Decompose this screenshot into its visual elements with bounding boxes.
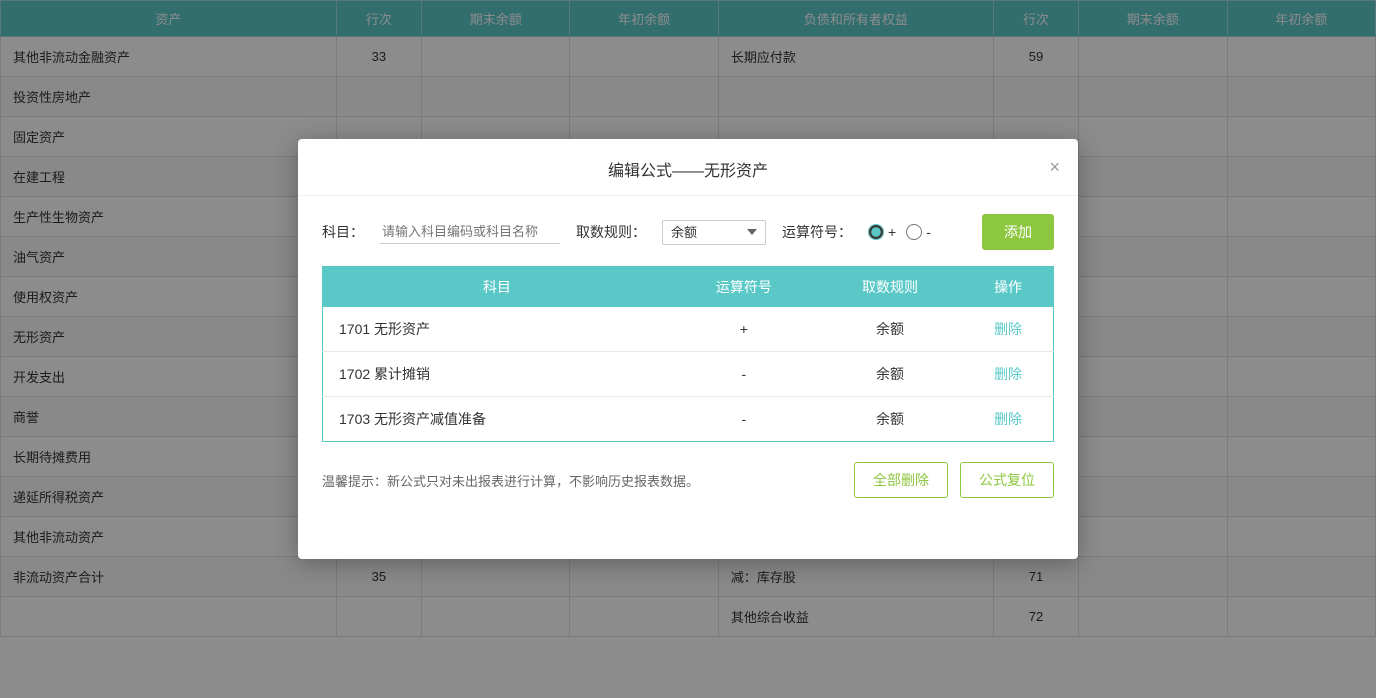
formula-operator-cell: - [671,397,817,442]
formula-rule-cell: 余额 [817,307,963,352]
formula-action-cell: 删除 [963,397,1053,442]
operator-label: 运算符号： [782,222,852,242]
delete-row-button[interactable]: 删除 [994,319,1022,339]
modal-header: 编辑公式——无形资产 × [298,139,1078,196]
delete-all-button[interactable]: 全部删除 [854,462,948,498]
subject-input[interactable] [380,220,560,244]
formula-table: 科目运算符号取数规则操作 1701 无形资产+余额删除1702 累计摊销-余额删… [322,266,1054,442]
operator-plus-label[interactable]: + [868,224,896,240]
operator-group: + - [868,224,931,240]
formula-form: 科目： 取数规则： 余额 借方 贷方 借方发生额 贷方发生额 运算符号： + [298,196,1078,266]
table-row: 1701 无形资产+余额 删除 [323,307,1054,352]
edit-formula-modal: 编辑公式——无形资产 × 科目： 取数规则： 余额 借方 贷方 借方发生额 贷方… [298,139,1078,559]
formula-operator-cell: - [671,352,817,397]
rule-label: 取数规则： [576,222,646,242]
reset-formula-button[interactable]: 公式复位 [960,462,1054,498]
footer-buttons: 全部删除 公式复位 [854,462,1054,498]
add-button[interactable]: 添加 [982,214,1054,250]
operator-minus-radio[interactable] [906,224,922,240]
formula-rule-cell: 余额 [817,397,963,442]
formula-rule-cell: 余额 [817,352,963,397]
operator-plus-text: + [888,224,896,240]
rule-select-wrap: 余额 借方 贷方 借方发生额 贷方发生额 [662,220,766,245]
formula-col-header: 科目 [323,267,671,308]
formula-action-cell: 删除 [963,307,1053,352]
delete-row-button[interactable]: 删除 [994,364,1022,384]
table-row: 1702 累计摊销-余额 删除 [323,352,1054,397]
formula-col-header: 运算符号 [671,267,817,308]
formula-subject-cell: 1701 无形资产 [323,307,671,352]
formula-table-wrap: 科目运算符号取数规则操作 1701 无形资产+余额删除1702 累计摊销-余额删… [298,266,1078,442]
operator-plus-radio[interactable] [868,224,884,240]
formula-subject-cell: 1702 累计摊销 [323,352,671,397]
subject-label: 科目： [322,222,364,242]
operator-minus-label[interactable]: - [906,224,931,240]
modal-footer: 温馨提示：新公式只对未出报表进行计算，不影响历史报表数据。 全部删除 公式复位 [298,442,1078,498]
close-button[interactable]: × [1049,158,1060,176]
formula-table-head: 科目运算符号取数规则操作 [323,267,1054,308]
formula-col-header: 取数规则 [817,267,963,308]
delete-row-button[interactable]: 删除 [994,409,1022,429]
hint-text: 温馨提示：新公式只对未出报表进行计算，不影响历史报表数据。 [322,471,699,490]
formula-table-body: 1701 无形资产+余额删除1702 累计摊销-余额删除1703 无形资产减值准… [323,307,1054,442]
formula-col-header: 操作 [963,267,1053,308]
operator-minus-text: - [926,224,931,240]
modal-title: 编辑公式——无形资产 [608,163,768,180]
table-row: 1703 无形资产减值准备-余额 删除 [323,397,1054,442]
formula-subject-cell: 1703 无形资产减值准备 [323,397,671,442]
rule-select[interactable]: 余额 借方 贷方 借方发生额 贷方发生额 [662,220,766,245]
formula-action-cell: 删除 [963,352,1053,397]
formula-operator-cell: + [671,307,817,352]
modal-overlay: 编辑公式——无形资产 × 科目： 取数规则： 余额 借方 贷方 借方发生额 贷方… [0,0,1376,698]
